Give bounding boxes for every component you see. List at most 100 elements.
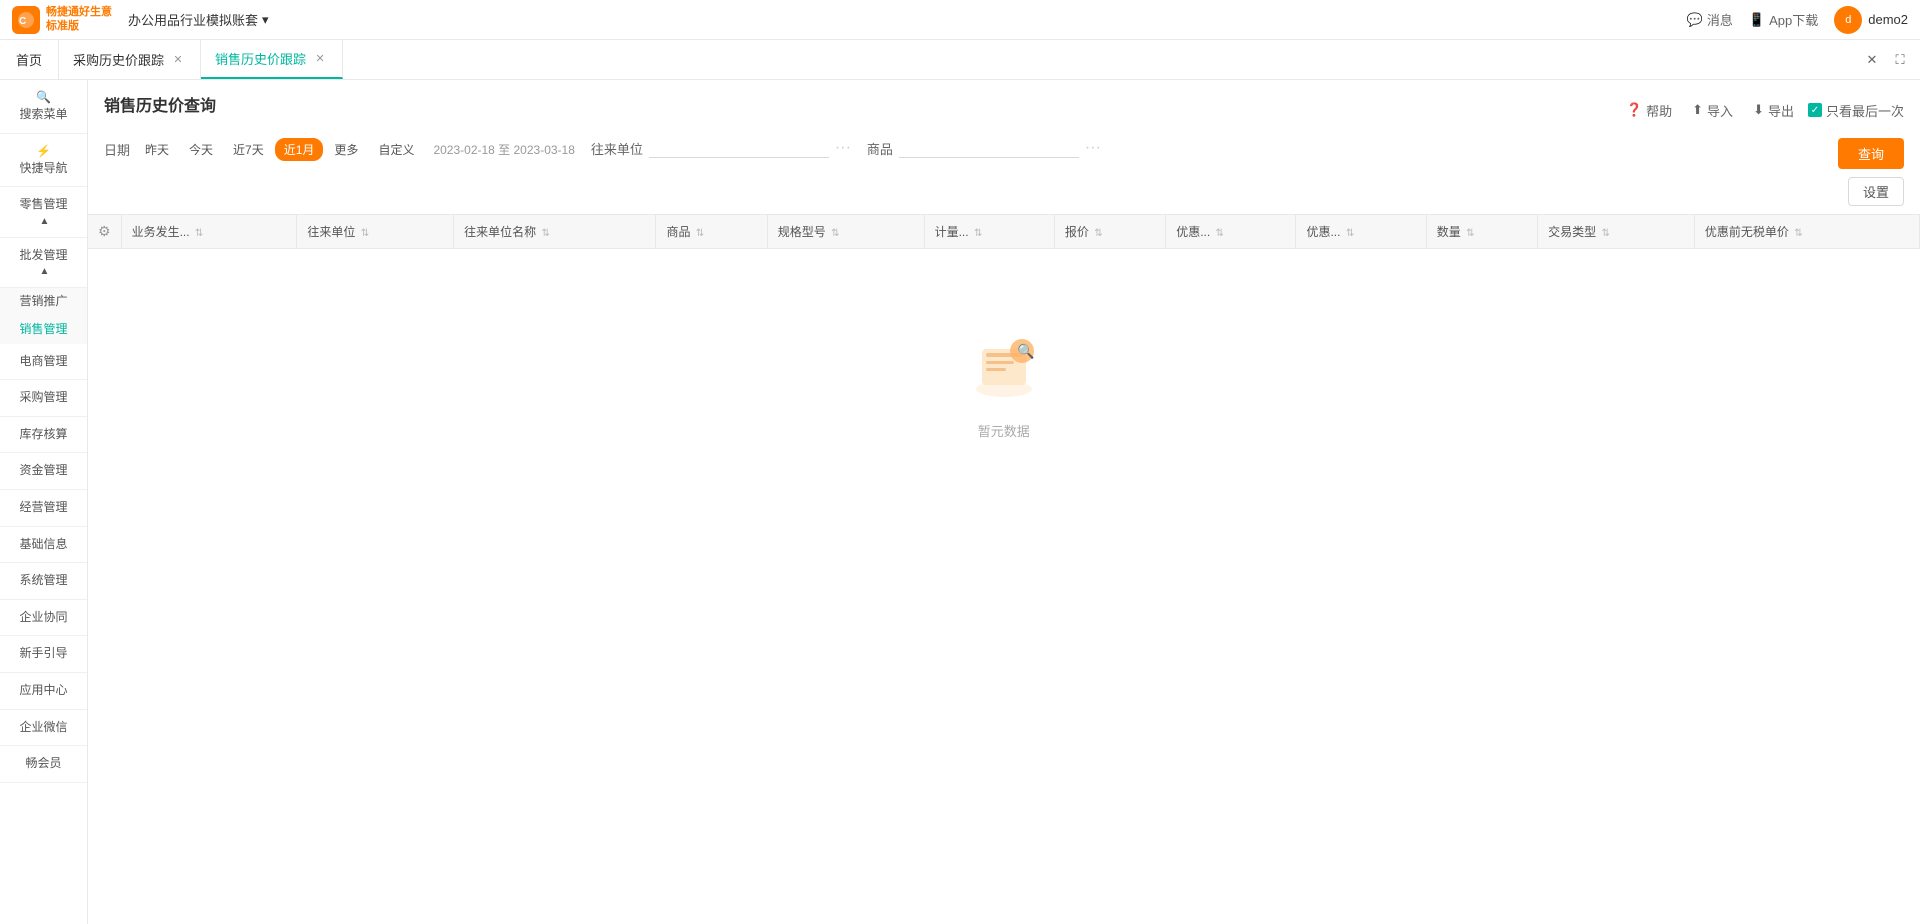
sidebar-item-enterprise[interactable]: 企业协同 [0, 600, 87, 637]
sidebar-item-marketing[interactable]: 营销推广 [0, 288, 87, 316]
page-header: 销售历史价查询 ❓ 帮助 ⬆ 导入 ⬇ 导出 [88, 80, 1920, 215]
help-button[interactable]: ❓ 帮助 [1620, 97, 1678, 124]
table-col-product[interactable]: 商品 ⇅ [656, 215, 767, 249]
app-selector[interactable]: 办公用品行业模拟账套 ▾ [120, 6, 277, 33]
checkbox-icon [1808, 103, 1822, 117]
sidebar-item-member[interactable]: 畅会员 [0, 746, 87, 783]
query-group: 查询 设置 [1838, 138, 1904, 206]
tab-close-purchase[interactable]: ✕ [170, 52, 186, 68]
sidebar-item-retail[interactable]: 零售管理 ▲ [0, 187, 87, 238]
table-col-spec[interactable]: 规格型号 ⇅ [767, 215, 924, 249]
content-area: 销售历史价查询 ❓ 帮助 ⬆ 导入 ⬇ 导出 [88, 80, 1920, 924]
fullscreen-button[interactable]: ⛶ [1888, 48, 1912, 72]
sort-price-icon: ⇅ [1094, 228, 1102, 239]
search-icon: 🔍 [36, 90, 51, 104]
date-buttons: 昨天 今天 近7天 近1月 更多 自定义 [136, 138, 423, 161]
import-button[interactable]: ⬆ 导入 [1686, 97, 1739, 124]
product-label: 商品 [867, 139, 893, 158]
sidebar-item-purchase[interactable]: 采购管理 [0, 380, 87, 417]
expand-icon-wholesale: ▲ [40, 266, 50, 277]
toolbar-right: ❓ 帮助 ⬆ 导入 ⬇ 导出 只看最后一次 [1620, 97, 1904, 124]
table-col-bizdate[interactable]: 业务发生... ⇅ [121, 215, 297, 249]
date-range-text: 2023-02-18 至 2023-03-18 [433, 141, 574, 158]
sidebar: 🔍 搜索菜单 ⚡ 快捷导航 零售管理 ▲ 批发管理 ▲ 营销推广 销售管理 电商… [0, 80, 88, 924]
table-area: ⚙ 业务发生... ⇅ 往来单位 ⇅ 往来单位名称 ⇅ [88, 215, 1920, 924]
gear-icon[interactable]: ⚙ [98, 223, 111, 239]
app-download-button[interactable]: 📱 App下载 [1749, 10, 1818, 29]
msg-button[interactable]: 💬 消息 [1687, 10, 1733, 29]
sidebar-item-ecommerce[interactable]: 电商管理 [0, 344, 87, 381]
table-col-price[interactable]: 报价 ⇅ [1054, 215, 1165, 249]
topbar-left: C 畅捷通好生意 标准版 办公用品行业模拟账套 ▾ [12, 6, 277, 34]
table-col-partner-name[interactable]: 往来单位名称 ⇅ [454, 215, 656, 249]
sidebar-item-guide[interactable]: 新手引导 [0, 636, 87, 673]
expand-icon-retail: ▲ [40, 216, 50, 227]
table-col-qty[interactable]: 数量 ⇅ [1426, 215, 1537, 249]
sort-pretax-icon: ⇅ [1794, 228, 1802, 239]
sort-discount1-icon: ⇅ [1216, 228, 1224, 239]
sort-product-icon: ⇅ [696, 228, 704, 239]
sidebar-item-sales[interactable]: 销售管理 [0, 316, 87, 344]
date-btn-more[interactable]: 更多 [325, 138, 367, 161]
help-icon: ❓ [1626, 102, 1642, 118]
user-menu[interactable]: d demo2 [1834, 6, 1908, 34]
settings-button[interactable]: 设置 [1848, 177, 1904, 206]
sidebar-item-shortcut[interactable]: ⚡ 快捷导航 [0, 134, 87, 188]
only-last-checkbox[interactable]: 只看最后一次 [1808, 101, 1904, 120]
source-filter-group: 往来单位 ··· [591, 138, 851, 158]
sidebar-item-search[interactable]: 🔍 搜索菜单 [0, 80, 87, 134]
table-col-type[interactable]: 交易类型 ⇅ [1538, 215, 1695, 249]
app-name: 办公用品行业模拟账套 [128, 10, 258, 29]
topbar: C 畅捷通好生意 标准版 办公用品行业模拟账套 ▾ 💬 消息 📱 App下载 d… [0, 0, 1920, 40]
sort-type-icon: ⇅ [1601, 228, 1609, 239]
avatar: d [1834, 6, 1862, 34]
svg-text:🔍: 🔍 [1017, 342, 1034, 360]
sort-bizdate-icon: ⇅ [195, 228, 203, 239]
sidebar-item-basic-info[interactable]: 基础信息 [0, 527, 87, 564]
query-button[interactable]: 查询 [1838, 138, 1904, 169]
date-btn-7days[interactable]: 近7天 [224, 138, 273, 161]
page-title: 销售历史价查询 [104, 92, 216, 116]
date-btn-1month[interactable]: 近1月 [275, 138, 324, 161]
table-col-discount2[interactable]: 优惠... ⇅ [1296, 215, 1426, 249]
dropdown-icon: ▾ [262, 12, 269, 28]
date-btn-custom[interactable]: 自定义 [369, 138, 423, 161]
shortcut-icon: ⚡ [36, 144, 51, 158]
source-input[interactable] [649, 138, 829, 158]
tab-sales-history[interactable]: 销售历史价跟踪 ✕ [201, 40, 343, 79]
table-col-pretax[interactable]: 优惠前无税单价 ⇅ [1694, 215, 1919, 249]
sidebar-item-wholesale[interactable]: 批发管理 ▲ [0, 238, 87, 289]
close-all-tabs-button[interactable]: ✕ [1860, 48, 1884, 72]
sidebar-item-wechat[interactable]: 企业微信 [0, 710, 87, 747]
download-icon: 📱 [1749, 12, 1765, 28]
filter-area: 日期 昨天 今天 近7天 近1月 更多 自定义 2023-02-18 至 202… [104, 138, 1904, 206]
username: demo2 [1868, 12, 1908, 27]
date-btn-yesterday[interactable]: 昨天 [136, 138, 178, 161]
sidebar-item-inventory[interactable]: 库存核算 [0, 417, 87, 454]
sort-discount2-icon: ⇅ [1346, 228, 1354, 239]
sidebar-item-system[interactable]: 系统管理 [0, 563, 87, 600]
product-dots-button[interactable]: ··· [1085, 139, 1101, 157]
sidebar-item-finance[interactable]: 资金管理 [0, 453, 87, 490]
sort-partner-icon: ⇅ [361, 228, 369, 239]
table-col-settings[interactable]: ⚙ [88, 215, 121, 249]
table-col-unit[interactable]: 计量... ⇅ [924, 215, 1054, 249]
export-button[interactable]: ⬇ 导出 [1747, 97, 1800, 124]
tab-home[interactable]: 首页 [0, 40, 59, 79]
import-icon: ⬆ [1692, 102, 1703, 118]
sort-partnername-icon: ⇅ [542, 228, 550, 239]
table-col-discount1[interactable]: 优惠... ⇅ [1166, 215, 1296, 249]
product-input[interactable] [899, 138, 1079, 158]
source-dots-button[interactable]: ··· [835, 139, 851, 157]
tabbar: 首页 采购历史价跟踪 ✕ 销售历史价跟踪 ✕ ✕ ⛶ [0, 40, 1920, 80]
date-btn-today[interactable]: 今天 [180, 138, 222, 161]
sidebar-item-apps[interactable]: 应用中心 [0, 673, 87, 710]
tab-close-sales[interactable]: ✕ [312, 51, 328, 67]
sidebar-item-operations[interactable]: 经营管理 [0, 490, 87, 527]
topbar-right: 💬 消息 📱 App下载 d demo2 [1687, 6, 1908, 34]
table-col-partner[interactable]: 往来单位 ⇅ [297, 215, 454, 249]
sort-unit-icon: ⇅ [974, 228, 982, 239]
tab-purchase-history[interactable]: 采购历史价跟踪 ✕ [59, 40, 201, 79]
date-filter-group: 日期 昨天 今天 近7天 近1月 更多 自定义 2023-02-18 至 202… [104, 138, 575, 161]
data-table: ⚙ 业务发生... ⇅ 往来单位 ⇅ 往来单位名称 ⇅ [88, 215, 1920, 520]
